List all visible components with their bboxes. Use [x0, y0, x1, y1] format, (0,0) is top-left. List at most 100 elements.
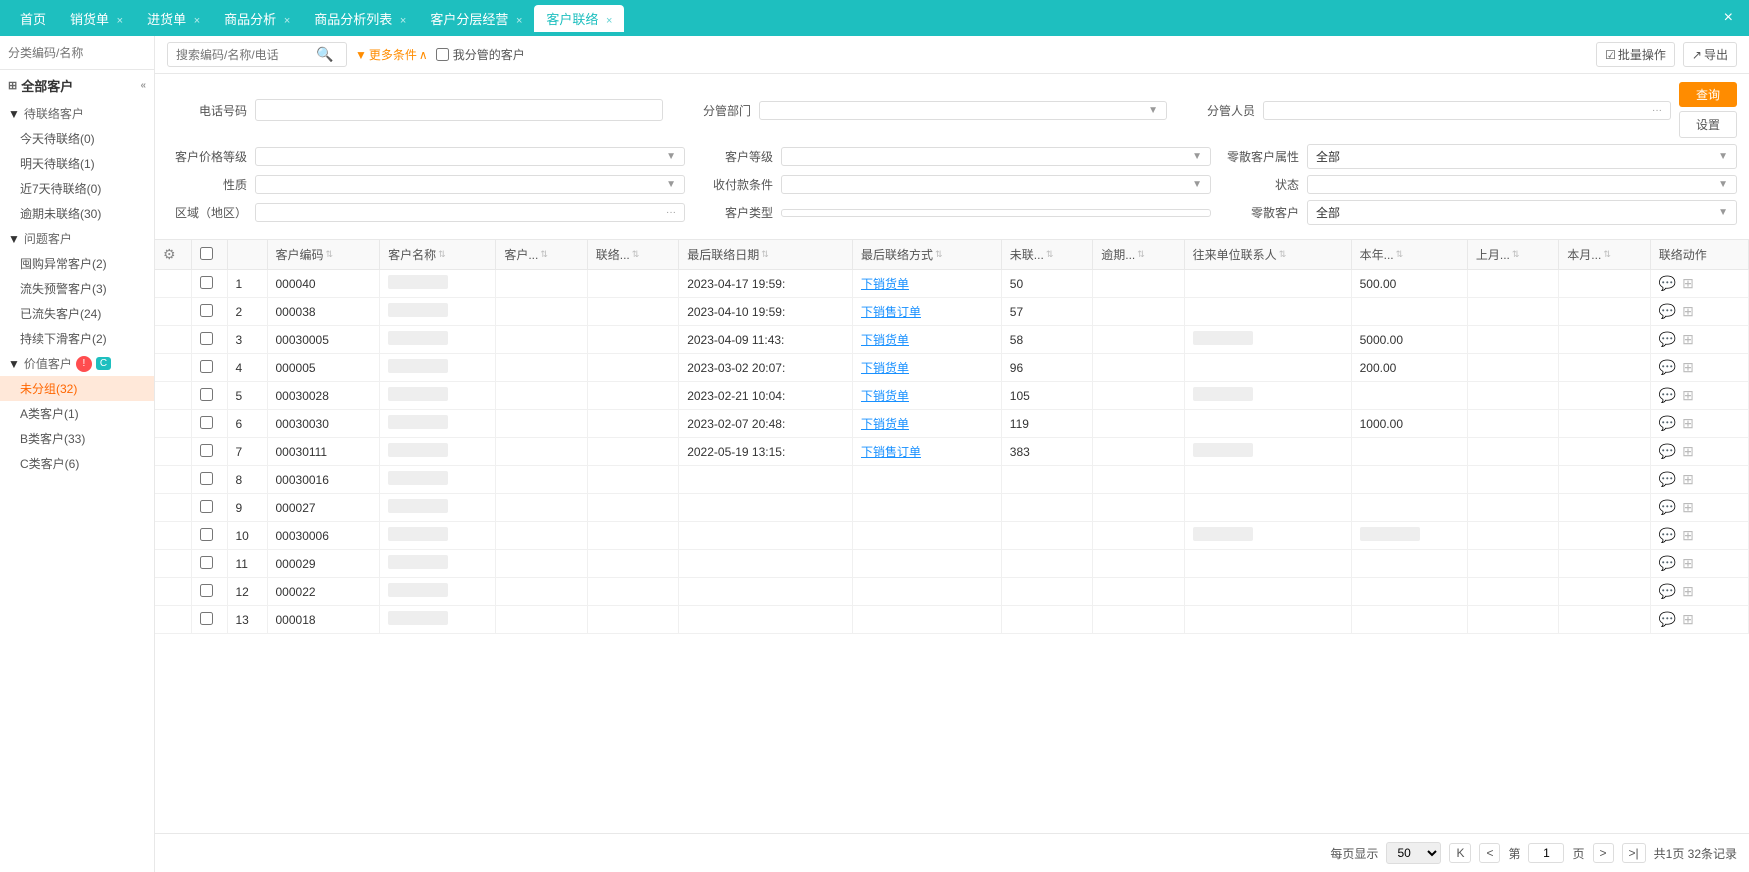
grid-action-icon[interactable]: ⊞ — [1682, 331, 1694, 348]
sidebar-item-churned[interactable]: 已流失客户(24) — [0, 301, 154, 326]
col-name[interactable]: 客户名称⇅ — [380, 240, 496, 270]
search-input[interactable] — [176, 48, 316, 62]
select-all-checkbox[interactable] — [200, 247, 213, 260]
next-page-btn[interactable]: > — [1593, 843, 1614, 863]
cell-checkbox[interactable] — [191, 494, 227, 522]
cell-checkbox[interactable] — [191, 382, 227, 410]
chat-icon[interactable]: 💬 — [1659, 359, 1676, 376]
grid-action-icon[interactable]: ⊞ — [1682, 303, 1694, 320]
sidebar-item-c-class[interactable]: C类客户(6) — [0, 451, 154, 476]
close-tab-goods-list-icon[interactable]: × — [400, 15, 406, 27]
cell-last-contact-way[interactable]: 下销货单 — [852, 382, 1001, 410]
region-select[interactable]: ··· — [255, 203, 685, 222]
row-checkbox[interactable] — [200, 528, 213, 541]
col-uncontacted[interactable]: 未联...⇅ — [1001, 240, 1092, 270]
nav-close-button[interactable]: × — [1716, 5, 1741, 31]
grid-action-icon[interactable]: ⊞ — [1682, 583, 1694, 600]
row-checkbox[interactable] — [200, 304, 213, 317]
chat-icon[interactable]: 💬 — [1659, 303, 1676, 320]
col-last-contact-way[interactable]: 最后联络方式⇅ — [852, 240, 1001, 270]
retail-attr-select[interactable]: 全部 ▼ — [1307, 144, 1737, 169]
col-overdue[interactable]: 逾期...⇅ — [1093, 240, 1184, 270]
row-checkbox[interactable] — [200, 472, 213, 485]
col-last-month[interactable]: 上月...⇅ — [1467, 240, 1558, 270]
grid-action-icon[interactable]: ⊞ — [1682, 611, 1694, 628]
close-tab-sales-icon[interactable]: × — [117, 15, 123, 27]
search-icon[interactable]: 🔍 — [316, 46, 333, 63]
sidebar-item-b-class[interactable]: B类客户(33) — [0, 426, 154, 451]
reset-button[interactable]: 设置 — [1679, 111, 1737, 138]
sidebar-item-ungrouped[interactable]: 未分组(32) — [0, 376, 154, 401]
cell-checkbox[interactable] — [191, 354, 227, 382]
grid-action-icon[interactable]: ⊞ — [1682, 387, 1694, 404]
cell-last-contact-way[interactable]: 下销货单 — [852, 326, 1001, 354]
cell-last-contact-way[interactable]: 下销货单 — [852, 410, 1001, 438]
cell-checkbox[interactable] — [191, 466, 227, 494]
row-checkbox[interactable] — [200, 332, 213, 345]
phone-input[interactable] — [255, 99, 663, 121]
sidebar-item-abnormal[interactable]: 囤购异常客户(2) — [0, 251, 154, 276]
chat-icon[interactable]: 💬 — [1659, 611, 1676, 628]
cell-checkbox[interactable] — [191, 326, 227, 354]
tab-customer-contact[interactable]: 客户联络 × — [534, 5, 624, 32]
cell-last-contact-way[interactable] — [852, 578, 1001, 606]
cell-last-contact-way[interactable] — [852, 494, 1001, 522]
cell-last-contact-way[interactable]: 下销售订单 — [852, 438, 1001, 466]
cell-checkbox[interactable] — [191, 410, 227, 438]
settings-icon[interactable]: ⚙ — [163, 246, 176, 262]
col-this-month[interactable]: 本月...⇅ — [1559, 240, 1650, 270]
col-contact[interactable]: 联络...⇅ — [587, 240, 678, 270]
sidebar-item-7days[interactable]: 近7天待联络(0) — [0, 176, 154, 201]
contact-way-link[interactable]: 下销售订单 — [861, 445, 921, 459]
cell-last-contact-way[interactable]: 下销售订单 — [852, 298, 1001, 326]
sidebar-item-overdue[interactable]: 逾期未联络(30) — [0, 201, 154, 226]
cell-checkbox[interactable] — [191, 438, 227, 466]
chat-icon[interactable]: 💬 — [1659, 387, 1676, 404]
tab-sales[interactable]: 销货单 × — [58, 5, 135, 32]
grid-action-icon[interactable]: ⊞ — [1682, 359, 1694, 376]
sidebar-search-input[interactable] — [8, 46, 155, 60]
row-checkbox[interactable] — [200, 500, 213, 513]
my-customers-checkbox[interactable] — [436, 48, 449, 61]
my-customers-checkbox-group[interactable]: 我分管的客户 — [436, 46, 525, 63]
grid-action-icon[interactable]: ⊞ — [1682, 443, 1694, 460]
more-conditions-btn[interactable]: ▼ 更多条件 ∧ — [355, 46, 428, 63]
gender-select[interactable]: ▼ — [255, 175, 685, 194]
sidebar-search-box[interactable]: 🔍 — [0, 36, 154, 70]
retail-cust-select[interactable]: 全部 ▼ — [1307, 200, 1737, 225]
last-page-btn[interactable]: >| — [1622, 843, 1646, 863]
chat-icon[interactable]: 💬 — [1659, 555, 1676, 572]
row-checkbox[interactable] — [200, 416, 213, 429]
cust-level-select[interactable]: ▼ — [781, 147, 1211, 166]
tab-customer-segment[interactable]: 客户分层经营 × — [418, 5, 534, 32]
cell-last-contact-way[interactable] — [852, 550, 1001, 578]
cell-checkbox[interactable] — [191, 522, 227, 550]
row-checkbox[interactable] — [200, 276, 213, 289]
page-input[interactable] — [1528, 843, 1564, 863]
col-last-contact-date[interactable]: 最后联络日期⇅ — [679, 240, 853, 270]
cell-checkbox[interactable] — [191, 606, 227, 634]
chat-icon[interactable]: 💬 — [1659, 499, 1676, 516]
row-checkbox[interactable] — [200, 556, 213, 569]
contact-way-link[interactable]: 下销货单 — [861, 277, 909, 291]
chat-icon[interactable]: 💬 — [1659, 471, 1676, 488]
cell-last-contact-way[interactable] — [852, 606, 1001, 634]
cell-last-contact-way[interactable]: 下销货单 — [852, 354, 1001, 382]
row-checkbox[interactable] — [200, 360, 213, 373]
cell-checkbox[interactable] — [191, 298, 227, 326]
col-code[interactable]: 客户编码⇅ — [267, 240, 380, 270]
sidebar-item-today[interactable]: 今天待联络(0) — [0, 126, 154, 151]
first-page-btn[interactable]: K — [1449, 843, 1471, 863]
prev-page-btn[interactable]: < — [1479, 843, 1500, 863]
grid-action-icon[interactable]: ⊞ — [1682, 275, 1694, 292]
grid-action-icon[interactable]: ⊞ — [1682, 527, 1694, 544]
tab-purchase[interactable]: 进货单 × — [135, 5, 212, 32]
sidebar-item-a-class[interactable]: A类客户(1) — [0, 401, 154, 426]
tab-goods-analysis-list[interactable]: 商品分析列表 × — [302, 5, 418, 32]
export-button[interactable]: ↗ 导出 — [1683, 42, 1737, 67]
contact-way-link[interactable]: 下销货单 — [861, 417, 909, 431]
manager-select[interactable]: ··· — [1263, 101, 1671, 120]
dept-select[interactable]: ▼ — [759, 101, 1167, 120]
sidebar-group-problem[interactable]: ▼ 问题客户 — [0, 226, 154, 251]
row-checkbox[interactable] — [200, 388, 213, 401]
